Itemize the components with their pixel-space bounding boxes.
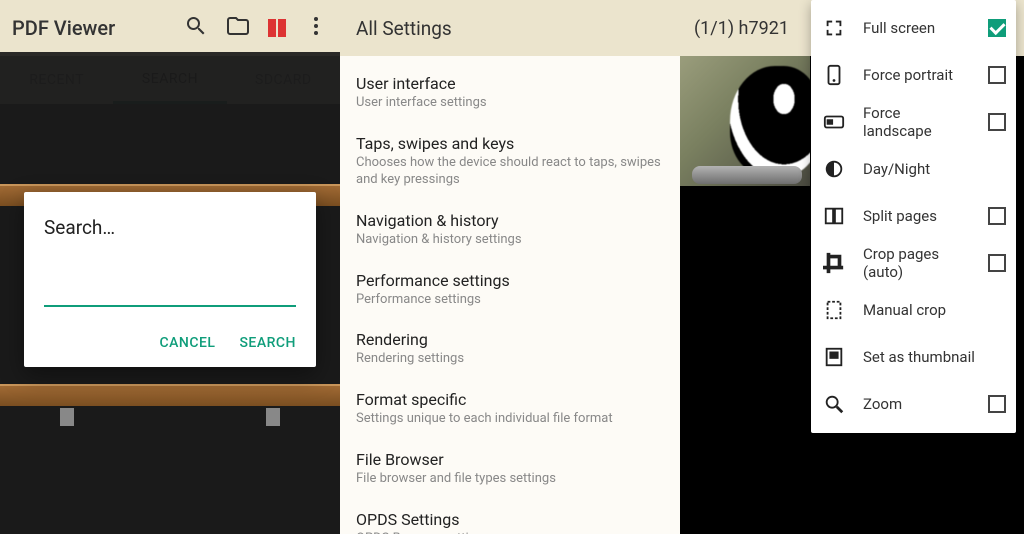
gift-icon[interactable] [268,19,286,37]
settings-title: All Settings [356,17,452,40]
checkbox[interactable] [988,19,1006,37]
search-input[interactable] [44,279,296,307]
folder-icon[interactable] [226,14,250,42]
settings-item-0[interactable]: User interface User interface settings [340,64,680,124]
menu-item-label: Crop pages (auto) [863,245,970,281]
thumbnail-icon [823,346,845,368]
checkbox[interactable] [988,113,1006,131]
settings-screen: All Settings User interfaceUser interfac… [340,0,680,534]
search-icon[interactable] [184,14,208,42]
app-title: PDF Viewer [12,16,115,40]
menu-item-day-night[interactable]: Day/Night [811,145,1016,192]
menu-item-label: Split pages [863,207,970,225]
zoom-icon [823,393,845,415]
search-button[interactable]: SEARCH [239,335,296,351]
settings-item-subtitle: Rendering settings [356,351,664,368]
settings-item-subtitle: Settings unique to each individual file … [356,411,664,428]
crop-manual-icon [823,299,845,321]
settings-item-3[interactable]: Performance settings Performance settings [340,261,680,321]
settings-item-title: Taps, swipes and keys [356,134,664,153]
menu-item-crop-pages-auto-[interactable]: Crop pages (auto) [811,239,1016,286]
menu-item-label: Zoom [863,395,970,413]
settings-item-6[interactable]: File Browser File browser and file types … [340,440,680,500]
settings-item-title: User interface [356,74,664,93]
menu-item-label: Force portrait [863,66,970,84]
settings-list: User interface User interface settings Tap… [340,56,680,534]
daynight-icon [823,158,845,180]
settings-item-title: OPDS Settings [356,510,664,529]
checkbox[interactable] [988,207,1006,225]
landscape-icon [823,111,845,133]
settings-item-subtitle: User interface settings [356,95,664,112]
checkbox[interactable] [988,254,1006,272]
menu-item-label: Full screen [863,19,970,37]
menu-item-full-screen[interactable]: Full screen [811,4,1016,51]
menu-item-force-landscape[interactable]: Force landscape [811,98,1016,145]
portrait-icon [823,64,845,86]
document-image[interactable] [680,56,810,186]
settings-item-subtitle: File browser and file types settings [356,471,664,488]
page-indicator: (1/1) h7921 [694,18,789,39]
cancel-button[interactable]: CANCEL [159,335,215,351]
menu-item-zoom[interactable]: Zoom [811,380,1016,427]
checkbox[interactable] [988,395,1006,413]
crop-auto-icon [823,252,845,274]
menu-item-manual-crop[interactable]: Manual crop [811,286,1016,333]
menu-item-label: Force landscape [863,104,970,140]
settings-item-1[interactable]: Taps, swipes and keys Chooses how the dev… [340,124,680,201]
appbar: PDF Viewer [0,0,340,56]
menu-item-label: Day/Night [863,160,1006,178]
appbar-actions [184,14,328,42]
settings-item-4[interactable]: Rendering Rendering settings [340,320,680,380]
menu-item-label: Manual crop [863,301,1006,319]
settings-item-title: Format specific [356,390,664,409]
settings-item-title: Navigation & history [356,211,664,230]
menu-item-force-portrait[interactable]: Force portrait [811,51,1016,98]
split-icon [823,205,845,227]
viewer-options-menu: Full screen Force portrait Force landscape… [811,0,1016,433]
settings-item-2[interactable]: Navigation & history Navigation & history… [340,201,680,261]
fullscreen-icon [823,17,845,39]
menu-item-split-pages[interactable]: Split pages [811,192,1016,239]
settings-item-title: Performance settings [356,271,664,290]
settings-item-subtitle: Performance settings [356,292,664,309]
menu-item-label: Set as thumbnail [863,348,1006,366]
checkbox[interactable] [988,66,1006,84]
settings-item-title: Rendering [356,330,664,349]
pdf-viewer-screen: PDF Viewer RECENT SEARCH SDCARD Search… … [0,0,340,534]
menu-item-set-as-thumbnail[interactable]: Set as thumbnail [811,333,1016,380]
viewer-screen: (1/1) h7921 Full screen Force portrait For… [680,0,1024,534]
settings-item-5[interactable]: Format specific Settings unique to each i… [340,380,680,440]
settings-item-subtitle: Chooses how the device should react to t… [356,155,664,189]
overflow-icon[interactable] [304,14,328,42]
settings-appbar: All Settings [340,0,680,56]
dialog-title: Search… [44,216,296,239]
settings-item-title: File Browser [356,450,664,469]
search-dialog: Search… CANCEL SEARCH [24,192,316,367]
settings-item-subtitle: Navigation & history settings [356,232,664,249]
settings-item-7[interactable]: OPDS SettingsOPDS Browser settings [340,500,680,534]
